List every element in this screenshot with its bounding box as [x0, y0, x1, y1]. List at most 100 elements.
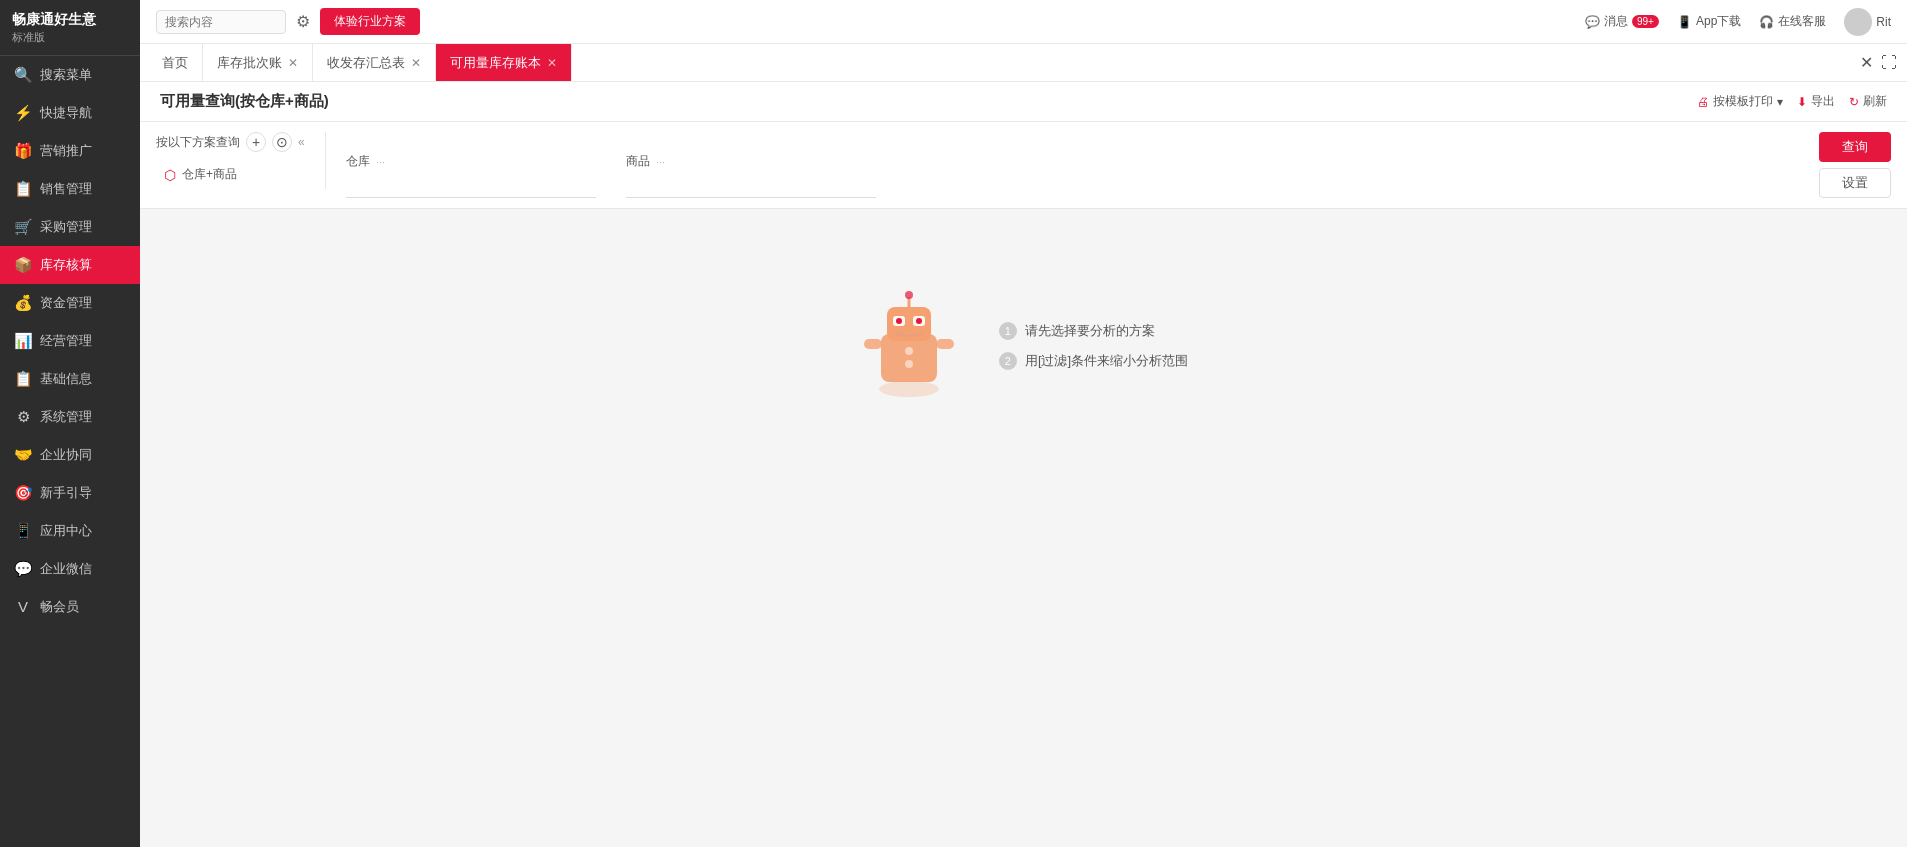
sidebar-item-label: 快捷导航	[40, 104, 92, 122]
finance-icon: 💰	[14, 294, 32, 312]
sidebar: 畅康通好生意 标准版 🔍 搜索菜单 ⚡ 快捷导航 🎁 营销推广 📋 销售管理 🛒…	[0, 0, 140, 847]
avatar	[1844, 8, 1872, 36]
gear-icon[interactable]: ⚙	[296, 12, 310, 31]
empty-illustration	[859, 289, 959, 402]
message-button[interactable]: 💬 消息 99+	[1585, 13, 1659, 30]
online-service-button[interactable]: 🎧 在线客服	[1759, 13, 1826, 30]
page-content: 可用量查询(按仓库+商品) 🖨 按模板打印 ▾ ⬇ 导出 ↻ 刷新	[140, 82, 1907, 847]
refresh-button[interactable]: ↻ 刷新	[1849, 93, 1887, 110]
app-center-icon: 📱	[14, 522, 32, 540]
tabs-actions: ✕ ⛶	[1860, 53, 1907, 72]
maximize-button[interactable]: ⛶	[1881, 54, 1897, 72]
user-menu[interactable]: Rit	[1844, 8, 1891, 36]
export-label: 导出	[1811, 93, 1835, 110]
guide-icon: 🎯	[14, 484, 32, 502]
sidebar-nav: 🔍 搜索菜单 ⚡ 快捷导航 🎁 营销推广 📋 销售管理 🛒 采购管理 📦 库存核…	[0, 56, 140, 847]
sidebar-item-operation[interactable]: 📊 经营管理	[0, 322, 140, 360]
tab-batch-account[interactable]: 库存批次账 ✕	[203, 44, 313, 81]
scheme-item-warehouse-product[interactable]: ⬡ 仓库+商品	[156, 160, 313, 189]
topbar-right: 💬 消息 99+ 📱 App下载 🎧 在线客服 Rit	[1585, 8, 1891, 36]
service-label: 在线客服	[1778, 13, 1826, 30]
close-tab-button[interactable]: ✕	[1860, 53, 1873, 72]
tab-close-icon[interactable]: ✕	[288, 56, 298, 70]
tip-1: 1 请先选择要分析的方案	[999, 322, 1188, 340]
sidebar-item-enterprise[interactable]: 🤝 企业协同	[0, 436, 140, 474]
app-download-button[interactable]: 📱 App下载	[1677, 13, 1741, 30]
svg-rect-9	[864, 339, 882, 349]
product-more-icon[interactable]: ···	[656, 156, 665, 168]
scheme-panel-header: 按以下方案查询 + ⊙ «	[156, 132, 313, 152]
tab-label: 可用量库存账本	[450, 54, 541, 72]
tab-close-icon[interactable]: ✕	[547, 56, 557, 70]
tip-num-1: 1	[999, 322, 1017, 340]
sidebar-item-marketing[interactable]: 🎁 营销推广	[0, 132, 140, 170]
sidebar-item-basic[interactable]: 📋 基础信息	[0, 360, 140, 398]
robot-svg	[859, 289, 959, 399]
svg-rect-10	[936, 339, 954, 349]
sidebar-item-system[interactable]: ⚙ 系统管理	[0, 398, 140, 436]
sidebar-item-label: 系统管理	[40, 408, 92, 426]
query-button[interactable]: 查询	[1819, 132, 1891, 162]
tab-available-ledger[interactable]: 可用量库存账本 ✕	[436, 44, 572, 81]
print-label: 按模板打印	[1713, 93, 1773, 110]
product-label-row: 商品 ···	[626, 153, 876, 170]
user-name: Rit	[1876, 15, 1891, 29]
sidebar-item-label: 库存核算	[40, 256, 92, 274]
search-input[interactable]	[156, 10, 286, 34]
tabs-bar: 首页 库存批次账 ✕ 收发存汇总表 ✕ 可用量库存账本 ✕ ✕ ⛶	[140, 44, 1907, 82]
tab-close-icon[interactable]: ✕	[411, 56, 421, 70]
sidebar-item-app-center[interactable]: 📱 应用中心	[0, 512, 140, 550]
system-icon: ⚙	[14, 408, 32, 426]
export-button[interactable]: ⬇ 导出	[1797, 93, 1835, 110]
member-icon: V	[14, 598, 32, 615]
main-area: ⚙ 体验行业方案 💬 消息 99+ 📱 App下载 🎧 在线客服 Rit	[140, 0, 1907, 847]
empty-state: 1 请先选择要分析的方案 2 用[过滤]条件来缩小分析范围	[140, 209, 1907, 482]
page-title: 可用量查询(按仓库+商品)	[160, 92, 329, 111]
company-name: 畅康通好生意	[12, 10, 128, 30]
warehouse-label-row: 仓库 ···	[346, 153, 596, 170]
scheme-icon: ⬡	[164, 167, 176, 183]
quick-nav-icon: ⚡	[14, 104, 32, 122]
svg-point-6	[916, 318, 922, 324]
sidebar-logo: 畅康通好生意 标准版	[0, 0, 140, 56]
settings-button[interactable]: 设置	[1819, 168, 1891, 198]
sidebar-item-quick-nav[interactable]: ⚡ 快捷导航	[0, 94, 140, 132]
scheme-label: 按以下方案查询	[156, 134, 240, 151]
wechat-icon: 💬	[14, 560, 32, 578]
svg-point-12	[905, 360, 913, 368]
svg-point-8	[905, 291, 913, 299]
tab-label: 库存批次账	[217, 54, 282, 72]
scheme-settings-button[interactable]: ⊙	[272, 132, 292, 152]
tab-inventory-summary[interactable]: 收发存汇总表 ✕	[313, 44, 436, 81]
sidebar-item-search[interactable]: 🔍 搜索菜单	[0, 56, 140, 94]
tab-label: 收发存汇总表	[327, 54, 405, 72]
trial-button[interactable]: 体验行业方案	[320, 8, 420, 35]
print-dropdown-icon[interactable]: ▾	[1777, 95, 1783, 109]
enterprise-icon: 🤝	[14, 446, 32, 464]
sidebar-item-label: 采购管理	[40, 218, 92, 236]
sidebar-item-purchase[interactable]: 🛒 采购管理	[0, 208, 140, 246]
refresh-label: 刷新	[1863, 93, 1887, 110]
warehouse-more-icon[interactable]: ···	[376, 156, 385, 168]
tip-num-2: 2	[999, 352, 1017, 370]
sidebar-item-inventory[interactable]: 📦 库存核算	[0, 246, 140, 284]
sidebar-item-member[interactable]: V 畅会员	[0, 588, 140, 626]
collapse-icon[interactable]: «	[298, 135, 305, 149]
sidebar-item-sales[interactable]: 📋 销售管理	[0, 170, 140, 208]
print-button[interactable]: 🖨 按模板打印 ▾	[1697, 93, 1783, 110]
add-scheme-button[interactable]: +	[246, 132, 266, 152]
product-input[interactable]	[626, 174, 876, 198]
print-icon: 🖨	[1697, 95, 1709, 109]
tab-label: 首页	[162, 54, 188, 72]
basic-icon: 📋	[14, 370, 32, 388]
mobile-icon: 📱	[1677, 15, 1692, 29]
operation-icon: 📊	[14, 332, 32, 350]
edition-label: 标准版	[12, 30, 128, 45]
warehouse-input[interactable]	[346, 174, 596, 198]
sidebar-item-wechat[interactable]: 💬 企业微信	[0, 550, 140, 588]
tab-home[interactable]: 首页	[148, 44, 203, 81]
message-label: 消息	[1604, 13, 1628, 30]
sidebar-item-finance[interactable]: 💰 资金管理	[0, 284, 140, 322]
filter-section: 按以下方案查询 + ⊙ « ⬡ 仓库+商品 仓库 ···	[140, 122, 1907, 209]
sidebar-item-guide[interactable]: 🎯 新手引导	[0, 474, 140, 512]
